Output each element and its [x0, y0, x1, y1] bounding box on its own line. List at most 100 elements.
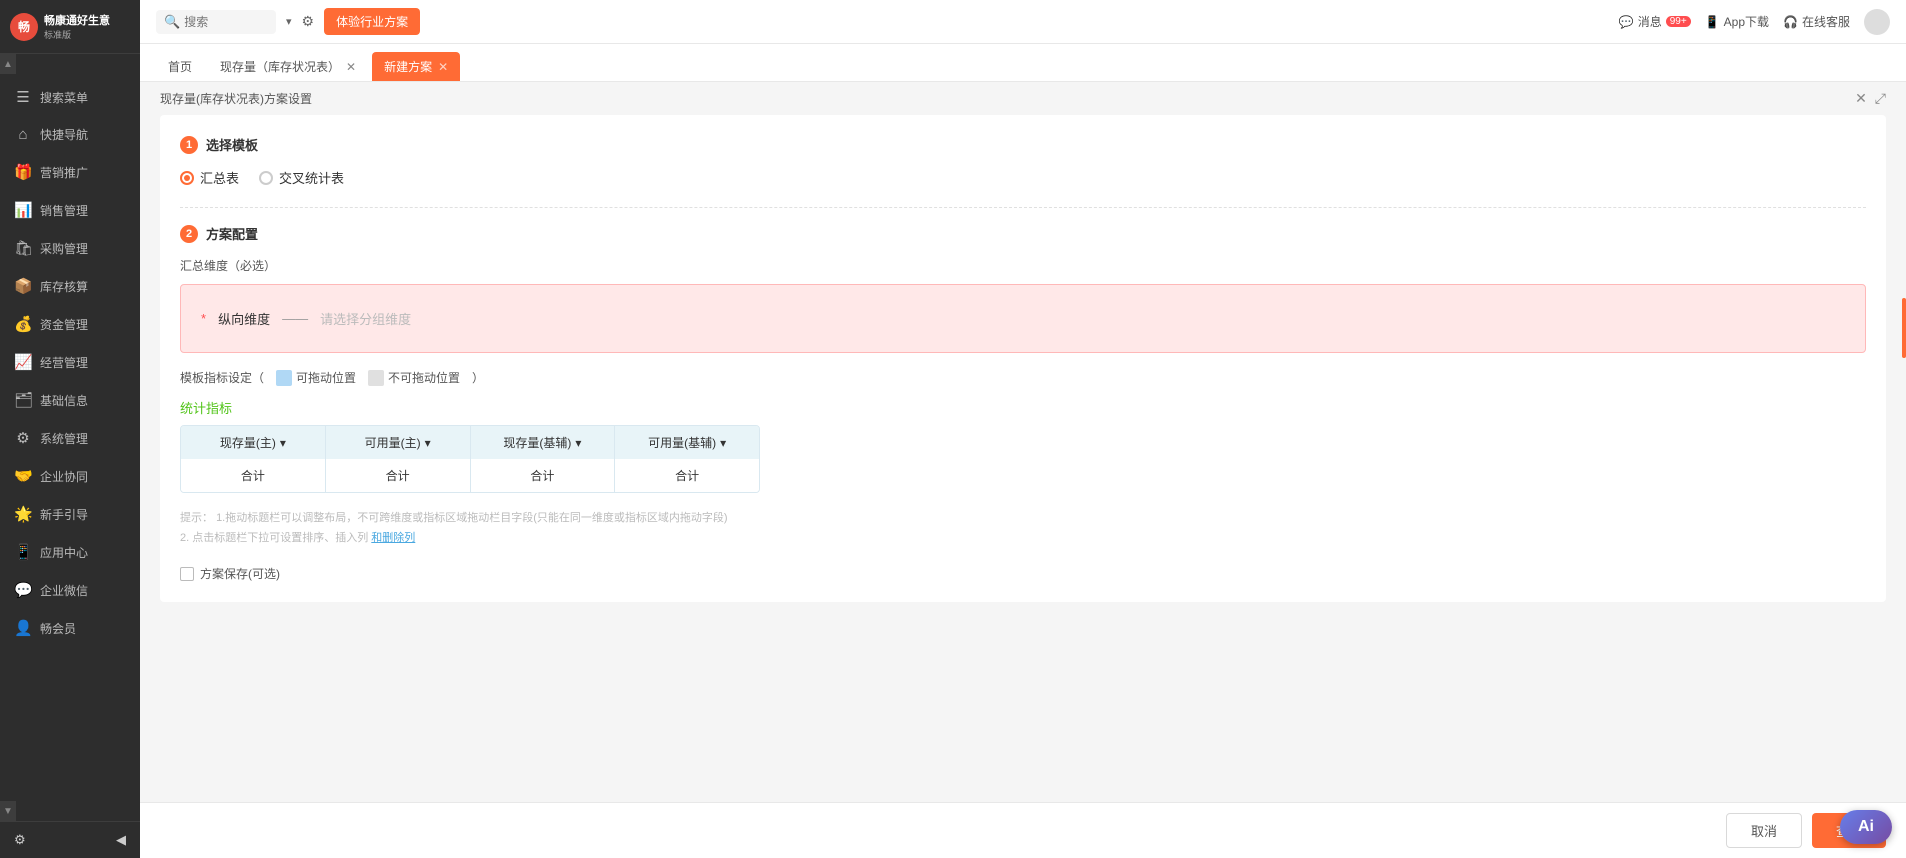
stats-cell-1: 合计 [326, 459, 471, 492]
settings-icon[interactable]: ⚙ [14, 832, 26, 848]
tip-line2: 2. 点击标题栏下拉可设置排序、插入列 和删除列 [180, 529, 1866, 545]
stats-col-1: 可用量(主) ▾ [326, 426, 471, 459]
sidebar-item-purchase[interactable]: 🛍 采购管理 [0, 229, 140, 267]
messages-btn[interactable]: 💬 消息 99+ [1619, 13, 1691, 30]
stats-section: 统计指标 现存量(主) ▾ 可用量(主) ▾ [180, 398, 1866, 493]
header-gear-icon[interactable]: ⚙ [302, 13, 315, 30]
tab-new-scheme-close[interactable]: ✕ [438, 60, 448, 74]
save-checkbox[interactable] [180, 567, 194, 581]
stats-col-1-dropdown[interactable]: ▾ [425, 436, 431, 450]
draggable-tag: 可拖动位置 [276, 369, 356, 386]
section-choose-template: 1 选择模板 汇总表 交叉统计表 [180, 135, 1866, 187]
sidebar-item-sales[interactable]: 📊 销售管理 [0, 191, 140, 229]
box-icon: 📦 [14, 277, 32, 295]
stats-cell-0: 合计 [181, 459, 326, 492]
sidebar-item-label: 营销推广 [40, 164, 88, 181]
app-download-label: App下载 [1724, 13, 1769, 30]
stats-col-0-dropdown[interactable]: ▾ [280, 436, 286, 450]
tab-new-scheme[interactable]: 新建方案 ✕ [372, 52, 460, 81]
stats-col-3-label: 可用量(基辅) [648, 434, 716, 451]
header-right: 💬 消息 99+ 📱 App下载 🎧 在线客服 [1619, 9, 1890, 35]
stats-col-3-dropdown[interactable]: ▾ [720, 436, 726, 450]
footer: 取消 查询 [140, 802, 1906, 858]
sidebar-item-enterprise-wx[interactable]: 💬 企业微信 [0, 571, 140, 609]
sidebar-item-operation[interactable]: 📈 经营管理 [0, 343, 140, 381]
logo-icon: 畅 [10, 13, 38, 41]
header: 🔍 ▾ ⚙ 体验行业方案 💬 消息 99+ 📱 App下载 🎧 在线客服 [140, 0, 1906, 44]
sidebar-item-newbie[interactable]: 🌟 新手引导 [0, 495, 140, 533]
search-menu-icon: ☰ [14, 88, 32, 106]
radio-cross-dot [259, 171, 273, 185]
section2-num: 2 [180, 225, 198, 243]
sidebar-item-marketing[interactable]: 🎁 营销推广 [0, 153, 140, 191]
sidebar-item-enterprise[interactable]: 🤝 企业协同 [0, 457, 140, 495]
search-input[interactable] [184, 15, 264, 29]
page-window-controls: ✕ ⤢ [1855, 90, 1886, 107]
cancel-button[interactable]: 取消 [1726, 813, 1802, 848]
non-draggable-tag: 不可拖动位置 [368, 369, 460, 386]
app-download-btn[interactable]: 📱 App下载 [1705, 13, 1769, 30]
tab-bar: 首页 现存量（库存状况表） ✕ 新建方案 ✕ [140, 44, 1906, 82]
tab-inventory-status[interactable]: 现存量（库存状况表） ✕ [208, 52, 368, 81]
scroll-up-btn[interactable]: ▲ [0, 54, 16, 74]
customer-service-label: 在线客服 [1802, 13, 1850, 30]
expand-icon[interactable]: ⤢ [1875, 90, 1886, 107]
template-options: 汇总表 交叉统计表 [180, 168, 1866, 187]
stats-title: 统计指标 [180, 398, 1866, 417]
tip-prefix: 提示： [180, 512, 213, 524]
customer-service-btn[interactable]: 🎧 在线客服 [1783, 13, 1850, 30]
section-scheme-config: 2 方案配置 汇总维度（必选） * 纵向维度 —— 请选择分组维度 模板指标设定… [180, 224, 1866, 545]
home-icon: ⌂ [14, 126, 32, 143]
sidebar-item-label: 销售管理 [40, 202, 88, 219]
sidebar-item-search-menu[interactable]: ☰ 搜索菜单 [0, 78, 140, 116]
search-box[interactable]: 🔍 [156, 10, 276, 34]
section2-title: 2 方案配置 [180, 224, 1866, 243]
dimension-dash: —— [282, 311, 308, 326]
sidebar-item-label: 库存核算 [40, 278, 88, 295]
scroll-down-btn[interactable]: ▼ [0, 801, 16, 821]
sidebar-item-system[interactable]: ⚙ 系统管理 [0, 419, 140, 457]
messages-label: 消息 [1638, 13, 1662, 30]
sidebar-item-app-center[interactable]: 📱 应用中心 [0, 533, 140, 571]
stats-cell-2: 合计 [471, 459, 616, 492]
stats-col-2: 现存量(基辅) ▾ [471, 426, 616, 459]
star-icon: 🌟 [14, 505, 32, 523]
stats-col-0-label: 现存量(主) [220, 434, 276, 451]
sidebar-item-finance[interactable]: 💰 资金管理 [0, 305, 140, 343]
sidebar-item-label: 基础信息 [40, 392, 88, 409]
sidebar-item-basic-info[interactable]: 🗂 基础信息 [0, 381, 140, 419]
dimension-placeholder[interactable]: 请选择分组维度 [320, 309, 411, 328]
stats-col-2-dropdown[interactable]: ▾ [575, 436, 581, 450]
user-avatar[interactable] [1864, 9, 1890, 35]
dimension-name: 纵向维度 [218, 309, 270, 328]
sidebar-item-label: 企业微信 [40, 582, 88, 599]
sidebar-item-inventory[interactable]: 📦 库存核算 [0, 267, 140, 305]
radio-summary-dot [180, 171, 194, 185]
page-header: 现存量(库存状况表)方案设置 ✕ ⤢ [140, 82, 1906, 115]
collapse-icon[interactable]: ◀ [116, 832, 126, 848]
messages-badge: 99+ [1666, 16, 1691, 27]
tab-inventory-close[interactable]: ✕ [346, 60, 356, 74]
search-icon: 🔍 [164, 14, 180, 30]
radio-summary-label: 汇总表 [200, 168, 239, 187]
ai-button[interactable]: Ai [1840, 810, 1892, 844]
dropdown-icon[interactable]: ▾ [286, 15, 292, 28]
save-option: 方案保存(可选) [180, 565, 1866, 582]
sidebar-item-label: 资金管理 [40, 316, 88, 333]
tip-link[interactable]: 和删除列 [371, 532, 415, 544]
money-icon: 💰 [14, 315, 32, 333]
stats-table: 现存量(主) ▾ 可用量(主) ▾ 现存量(基辅) ▾ [180, 425, 760, 493]
sidebar-item-member[interactable]: 👤 畅会员 [0, 609, 140, 647]
sidebar: 畅 畅康通好生意 标准版 ▲ ☰ 搜索菜单 ⌂ 快捷导航 🎁 营销推广 📊 销售… [0, 0, 140, 858]
sidebar-item-quick-nav[interactable]: ⌂ 快捷导航 [0, 116, 140, 153]
close-icon[interactable]: ✕ [1855, 90, 1867, 107]
radio-cross[interactable]: 交叉统计表 [259, 168, 344, 187]
stats-col-0: 现存量(主) ▾ [181, 426, 326, 459]
radio-summary[interactable]: 汇总表 [180, 168, 239, 187]
try-industry-btn[interactable]: 体验行业方案 [324, 8, 420, 35]
stats-col-3: 可用量(基辅) ▾ [615, 426, 759, 459]
headset-icon: 🎧 [1783, 15, 1798, 29]
tab-home[interactable]: 首页 [156, 52, 204, 81]
sidebar-item-label: 应用中心 [40, 544, 88, 561]
save-option-label: 方案保存(可选) [200, 565, 280, 582]
